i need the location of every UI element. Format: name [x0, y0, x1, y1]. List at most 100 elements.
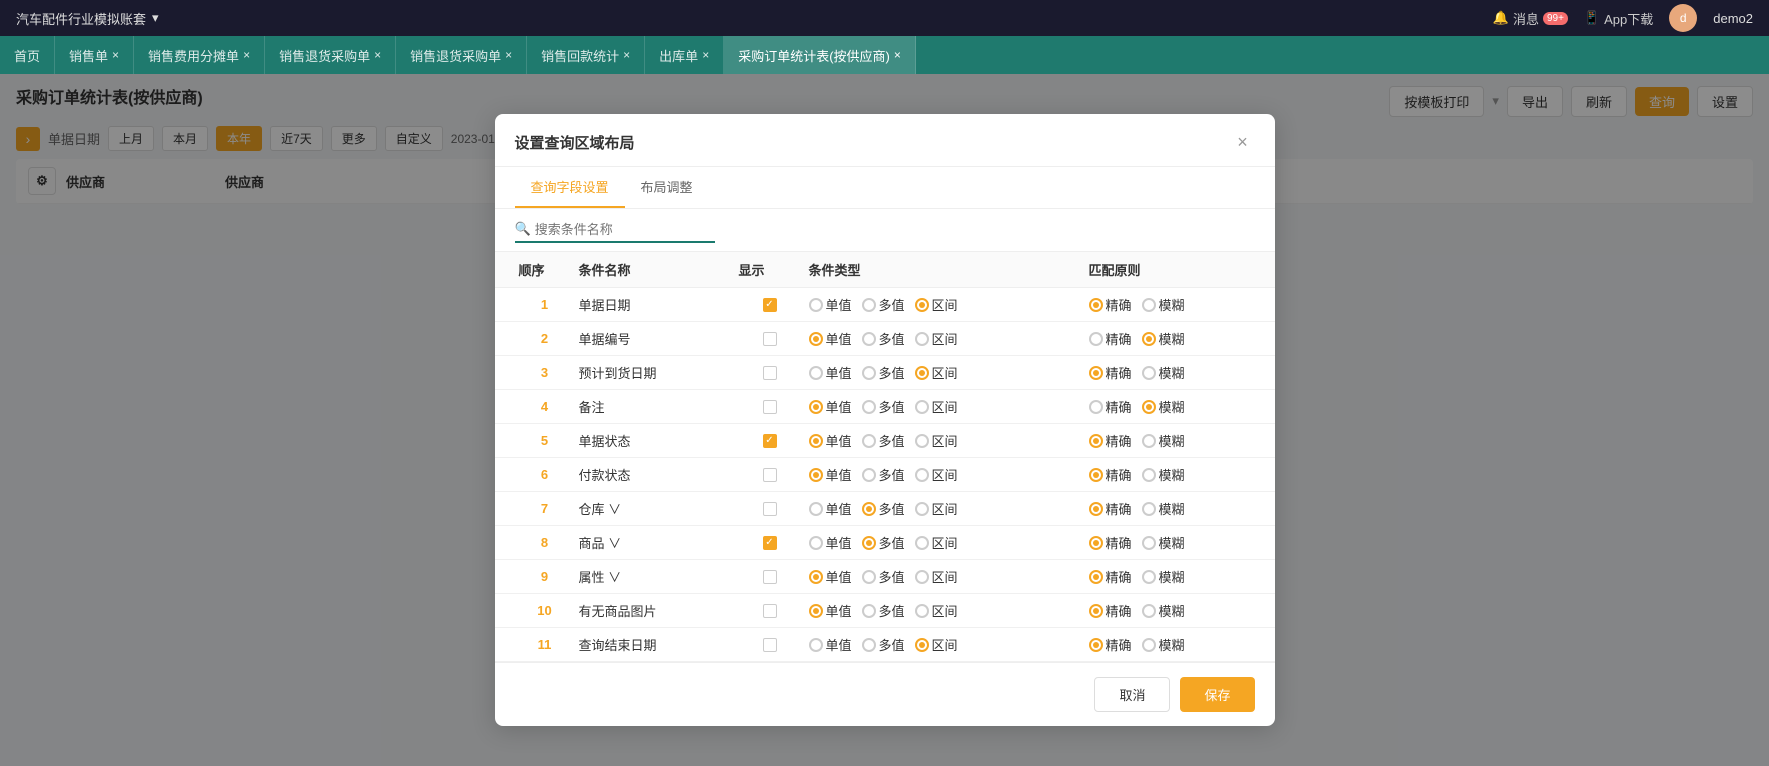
dialog-close-btn[interactable]: ×	[1231, 130, 1255, 154]
match-radio-模糊-1[interactable]: 模糊	[1142, 329, 1185, 348]
type-radio-区间-4[interactable]: 区间	[915, 431, 958, 450]
match-radio-精确-10[interactable]: 精确	[1089, 635, 1132, 654]
checkbox-3[interactable]	[763, 400, 777, 414]
type-radio-区间-0[interactable]: 区间	[915, 295, 958, 314]
tab-sales-receipt-close[interactable]: ×	[623, 48, 630, 62]
row-display-0[interactable]: ✓	[735, 291, 805, 319]
row-display-10[interactable]	[735, 631, 805, 659]
type-radio-单值-3[interactable]: 单值	[809, 397, 852, 416]
checkbox-10[interactable]	[763, 638, 777, 652]
search-input[interactable]	[535, 222, 695, 237]
row-display-2[interactable]	[735, 359, 805, 387]
tab-outbound[interactable]: 出库单 ×	[645, 36, 724, 74]
type-radio-单值-9[interactable]: 单值	[809, 601, 852, 620]
match-radio-模糊-5[interactable]: 模糊	[1142, 465, 1185, 484]
match-radio-精确-4[interactable]: 精确	[1089, 431, 1132, 450]
checkbox-6[interactable]	[763, 502, 777, 516]
match-radio-模糊-7[interactable]: 模糊	[1142, 533, 1185, 552]
tab-purchase-stats[interactable]: 采购订单统计表(按供应商) ×	[724, 36, 916, 74]
match-radio-精确-6[interactable]: 精确	[1089, 499, 1132, 518]
type-radio-多值-4[interactable]: 多值	[862, 431, 905, 450]
match-radio-精确-5[interactable]: 精确	[1089, 465, 1132, 484]
tab-sales-return[interactable]: 销售退货采购单 ×	[265, 36, 396, 74]
type-radio-区间-3[interactable]: 区间	[915, 397, 958, 416]
type-radio-区间-6[interactable]: 区间	[915, 499, 958, 518]
type-radio-多值-1[interactable]: 多值	[862, 329, 905, 348]
match-radio-模糊-8[interactable]: 模糊	[1142, 567, 1185, 586]
match-radio-精确-2[interactable]: 精确	[1089, 363, 1132, 382]
type-radio-区间-9[interactable]: 区间	[915, 601, 958, 620]
checkbox-9[interactable]	[763, 604, 777, 618]
row-display-9[interactable]	[735, 597, 805, 625]
match-radio-精确-3[interactable]: 精确	[1089, 397, 1132, 416]
dialog-tab-layout[interactable]: 布局调整	[625, 167, 709, 208]
type-radio-区间-7[interactable]: 区间	[915, 533, 958, 552]
type-radio-区间-5[interactable]: 区间	[915, 465, 958, 484]
checkbox-4[interactable]: ✓	[763, 434, 777, 448]
dialog-tab-query[interactable]: 查询字段设置	[515, 167, 625, 208]
tab-sales-order-close[interactable]: ×	[112, 48, 119, 62]
save-btn[interactable]: 保存	[1180, 677, 1254, 712]
type-radio-多值-3[interactable]: 多值	[862, 397, 905, 416]
match-radio-模糊-2[interactable]: 模糊	[1142, 363, 1185, 382]
tab-sales-return-close[interactable]: ×	[374, 48, 381, 62]
type-radio-单值-0[interactable]: 单值	[809, 295, 852, 314]
type-radio-多值-6[interactable]: 多值	[862, 499, 905, 518]
type-radio-单值-7[interactable]: 单值	[809, 533, 852, 552]
type-radio-单值-8[interactable]: 单值	[809, 567, 852, 586]
tab-sales-expense-close[interactable]: ×	[243, 48, 250, 62]
match-radio-模糊-10[interactable]: 模糊	[1142, 635, 1185, 654]
match-radio-精确-7[interactable]: 精确	[1089, 533, 1132, 552]
type-radio-多值-2[interactable]: 多值	[862, 363, 905, 382]
checkbox-1[interactable]	[763, 332, 777, 346]
type-radio-多值-8[interactable]: 多值	[862, 567, 905, 586]
type-radio-多值-10[interactable]: 多值	[862, 635, 905, 654]
match-radio-模糊-3[interactable]: 模糊	[1142, 397, 1185, 416]
dropdown-icon[interactable]: ▾	[152, 10, 159, 26]
type-radio-多值-0[interactable]: 多值	[862, 295, 905, 314]
checkbox-0[interactable]: ✓	[763, 298, 777, 312]
type-radio-多值-5[interactable]: 多值	[862, 465, 905, 484]
tab-sales-receipt[interactable]: 销售回款统计 ×	[527, 36, 645, 74]
type-radio-单值-2[interactable]: 单值	[809, 363, 852, 382]
match-radio-精确-0[interactable]: 精确	[1089, 295, 1132, 314]
tab-purchase-stats-close[interactable]: ×	[894, 48, 901, 62]
row-display-3[interactable]	[735, 393, 805, 421]
match-radio-精确-8[interactable]: 精确	[1089, 567, 1132, 586]
match-radio-精确-1[interactable]: 精确	[1089, 329, 1132, 348]
type-radio-区间-8[interactable]: 区间	[915, 567, 958, 586]
row-display-1[interactable]	[735, 325, 805, 353]
match-radio-模糊-0[interactable]: 模糊	[1142, 295, 1185, 314]
type-radio-区间-1[interactable]: 区间	[915, 329, 958, 348]
tab-home[interactable]: 首页	[0, 36, 55, 74]
checkbox-8[interactable]	[763, 570, 777, 584]
match-radio-模糊-9[interactable]: 模糊	[1142, 601, 1185, 620]
match-radio-模糊-4[interactable]: 模糊	[1142, 431, 1185, 450]
type-radio-单值-4[interactable]: 单值	[809, 431, 852, 450]
type-radio-单值-6[interactable]: 单值	[809, 499, 852, 518]
checkbox-7[interactable]: ✓	[763, 536, 777, 550]
row-display-5[interactable]	[735, 461, 805, 489]
avatar[interactable]: d	[1669, 4, 1697, 32]
tab-sales-expense[interactable]: 销售费用分摊单 ×	[134, 36, 265, 74]
type-radio-区间-10[interactable]: 区间	[915, 635, 958, 654]
match-radio-模糊-6[interactable]: 模糊	[1142, 499, 1185, 518]
checkbox-5[interactable]	[763, 468, 777, 482]
type-radio-单值-10[interactable]: 单值	[809, 635, 852, 654]
match-radio-精确-9[interactable]: 精确	[1089, 601, 1132, 620]
row-display-8[interactable]	[735, 563, 805, 591]
tab-sales-order[interactable]: 销售单 ×	[55, 36, 134, 74]
row-display-7[interactable]: ✓	[735, 529, 805, 557]
cancel-btn[interactable]: 取消	[1094, 677, 1170, 712]
tab-sales-return2[interactable]: 销售退货采购单 ×	[396, 36, 527, 74]
notification-btn[interactable]: 🔔 消息 99+	[1493, 9, 1568, 28]
type-radio-多值-7[interactable]: 多值	[862, 533, 905, 552]
type-radio-单值-1[interactable]: 单值	[809, 329, 852, 348]
row-display-6[interactable]	[735, 495, 805, 523]
checkbox-2[interactable]	[763, 366, 777, 380]
row-display-4[interactable]: ✓	[735, 427, 805, 455]
type-radio-区间-2[interactable]: 区间	[915, 363, 958, 382]
type-radio-单值-5[interactable]: 单值	[809, 465, 852, 484]
type-radio-多值-9[interactable]: 多值	[862, 601, 905, 620]
tab-outbound-close[interactable]: ×	[702, 48, 709, 62]
